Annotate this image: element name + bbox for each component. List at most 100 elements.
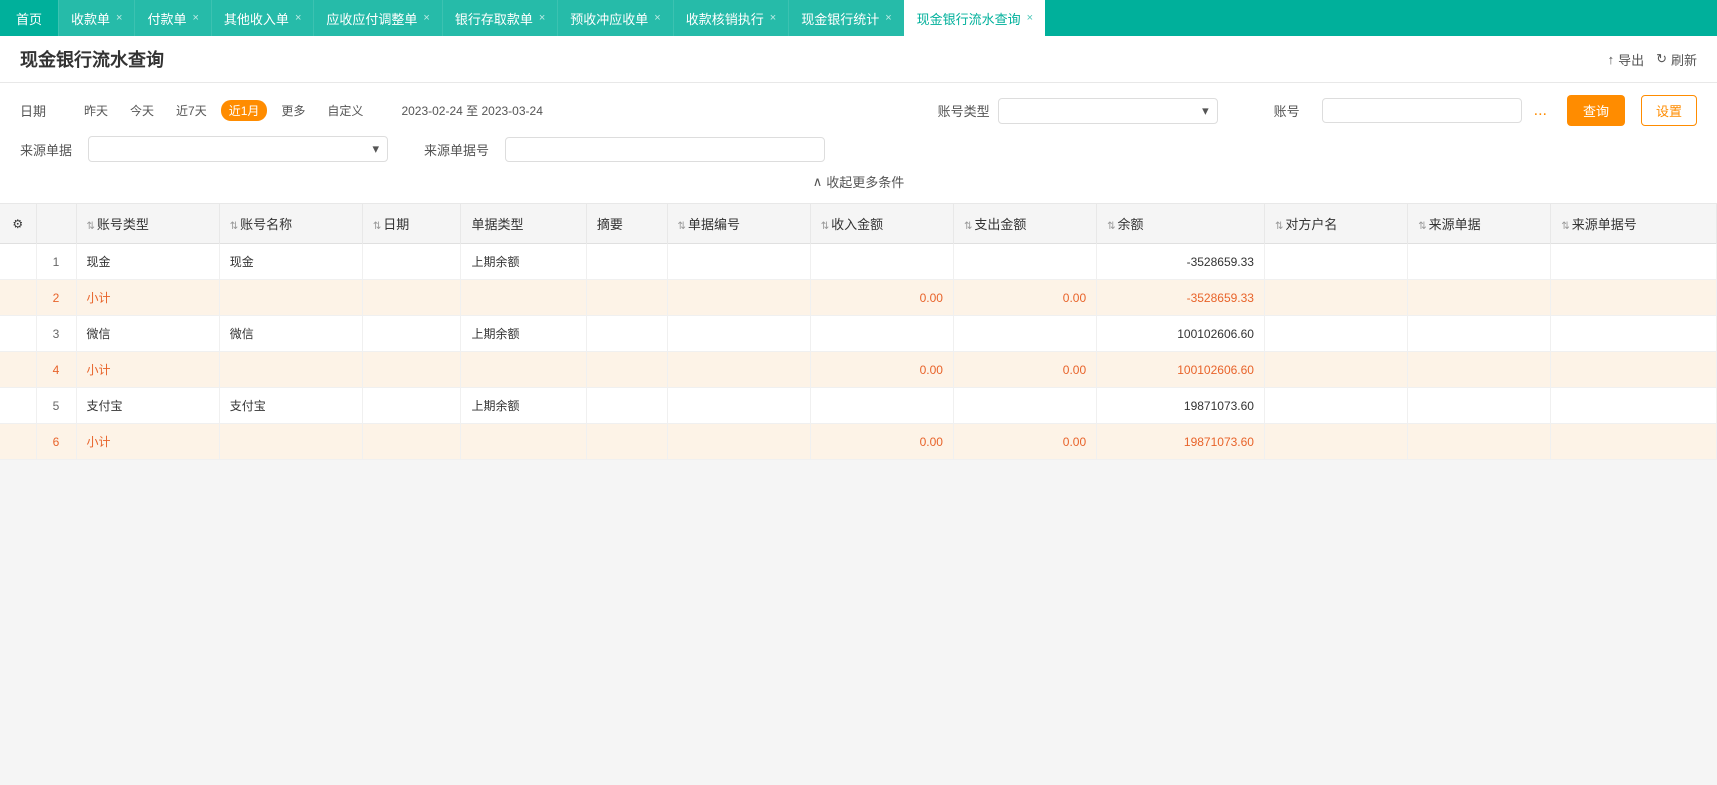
cell-date [362,352,461,388]
cell-gear [0,280,36,316]
account-dots-button[interactable]: ... [1530,102,1551,120]
cell-seq: 6 [36,424,76,460]
close-icon[interactable]: × [423,12,429,24]
account-type-label: 账号类型 [938,101,990,120]
column-source-doc[interactable]: ⇅来源单据 [1408,204,1551,244]
column-gear[interactable]: ⚙ [0,204,36,244]
table-header-row: ⚙ ⇅账号类型 ⇅账号名称 ⇅日期 单据类型 摘要 ⇅单据编号 ⇅收入金额 ⇅支… [0,204,1717,244]
cell-summary [586,280,667,316]
cell-date [362,316,461,352]
refresh-label: 刷新 [1671,50,1697,69]
table-row: 2小计0.000.00-3528659.33 [0,280,1717,316]
cell-summary [586,244,667,280]
cell-account-name [219,352,362,388]
export-button[interactable]: ↑ 导出 [1608,50,1645,69]
nav-tab-label: 预收冲应收单 [570,9,648,28]
cell-date [362,244,461,280]
date-option-7days[interactable]: 近7天 [168,100,215,121]
cell-source-doc-no [1551,352,1717,388]
cell-account-type: 微信 [76,316,219,352]
cell-source-doc [1408,352,1551,388]
cell-seq: 1 [36,244,76,280]
nav-tab-label: 收款单 [71,9,110,28]
date-option-more[interactable]: 更多 [273,100,313,121]
chevron-up-icon: ∧ [813,174,823,190]
column-summary: 摘要 [586,204,667,244]
column-date[interactable]: ⇅日期 [362,204,461,244]
date-range-display: 2023-02-24 至 2023-03-24 [401,102,542,119]
close-icon[interactable]: × [116,12,122,24]
date-filter-label: 日期 [20,101,60,120]
cell-source-doc-no [1551,316,1717,352]
nav-tab-收款单[interactable]: 收款单 × [58,0,134,36]
account-type-select[interactable]: ▾ [998,98,1218,124]
cell-doc-no [667,316,810,352]
nav-tab-label: 现金银行统计 [801,9,879,28]
cell-source-doc [1408,424,1551,460]
page-header: 现金银行流水查询 ↑ 导出 ↻ 刷新 [0,36,1717,83]
column-counterpart[interactable]: ⇅对方户名 [1264,204,1407,244]
close-icon[interactable]: × [539,12,545,24]
cell-counterpart [1264,424,1407,460]
source-doc-no-input[interactable] [505,137,825,162]
column-expense[interactable]: ⇅支出金额 [953,204,1096,244]
chevron-down-icon: ▾ [1202,103,1209,119]
nav-tab-收款核销执行[interactable]: 收款核销执行 × [673,0,788,36]
column-account-name[interactable]: ⇅账号名称 [219,204,362,244]
query-button[interactable]: 查询 [1567,95,1625,126]
cell-doc-type [461,352,586,388]
nav-home[interactable]: 首页 [0,0,58,36]
nav-tab-label: 应收应付调整单 [326,9,417,28]
nav-tab-现金银行流水查询[interactable]: 现金银行流水查询 × [904,0,1045,36]
cell-doc-no [667,244,810,280]
cell-doc-type: 上期余额 [461,388,586,424]
close-icon[interactable]: × [770,12,776,24]
column-balance[interactable]: ⇅余额 [1097,204,1265,244]
table-container: ⚙ ⇅账号类型 ⇅账号名称 ⇅日期 单据类型 摘要 ⇅单据编号 ⇅收入金额 ⇅支… [0,204,1717,460]
column-account-type[interactable]: ⇅账号类型 [76,204,219,244]
cell-account-type: 小计 [76,352,219,388]
account-input[interactable] [1322,98,1522,123]
cell-doc-type: 上期余额 [461,316,586,352]
nav-tab-预收冲应收单[interactable]: 预收冲应收单 × [557,0,672,36]
close-icon[interactable]: × [1027,12,1033,24]
cell-counterpart [1264,244,1407,280]
date-option-custom[interactable]: 自定义 [319,100,371,121]
date-option-yesterday[interactable]: 昨天 [76,100,116,121]
cell-summary [586,424,667,460]
nav-tab-其他收入单[interactable]: 其他收入单 × [211,0,313,36]
nav-tab-应收应付调整单[interactable]: 应收应付调整单 × [313,0,441,36]
nav-tab-label: 付款单 [147,9,186,28]
cell-account-type: 小计 [76,424,219,460]
cell-account-type: 支付宝 [76,388,219,424]
close-icon[interactable]: × [885,12,891,24]
close-icon[interactable]: × [295,12,301,24]
cell-balance: -3528659.33 [1097,244,1265,280]
cell-counterpart [1264,388,1407,424]
column-income[interactable]: ⇅收入金额 [810,204,953,244]
cell-date [362,424,461,460]
date-option-today[interactable]: 今天 [122,100,162,121]
cell-doc-no [667,424,810,460]
header-actions: ↑ 导出 ↻ 刷新 [1608,50,1697,69]
source-doc-select[interactable]: ▾ [88,136,388,162]
nav-tab-现金银行统计[interactable]: 现金银行统计 × [788,0,903,36]
filter-row-source: 来源单据 ▾ 来源单据号 [20,136,1697,162]
cell-gear [0,352,36,388]
refresh-button[interactable]: ↻ 刷新 [1656,50,1697,69]
refresh-icon: ↻ [1656,51,1667,67]
table-row: 3微信微信上期余额100102606.60 [0,316,1717,352]
close-icon[interactable]: × [654,12,660,24]
nav-tab-银行存取款单[interactable]: 银行存取款单 × [442,0,557,36]
date-option-1month[interactable]: 近1月 [221,100,268,121]
settings-button[interactable]: 设置 [1641,95,1697,126]
cell-account-name: 微信 [219,316,362,352]
cell-gear [0,388,36,424]
cell-balance: 19871073.60 [1097,388,1265,424]
column-source-doc-no[interactable]: ⇅来源单据号 [1551,204,1717,244]
close-icon[interactable]: × [192,12,198,24]
collapse-button[interactable]: ∧ 收起更多条件 [813,172,905,191]
column-doc-no[interactable]: ⇅单据编号 [667,204,810,244]
nav-tab-付款单[interactable]: 付款单 × [134,0,210,36]
nav-tab-label: 其他收入单 [224,9,289,28]
